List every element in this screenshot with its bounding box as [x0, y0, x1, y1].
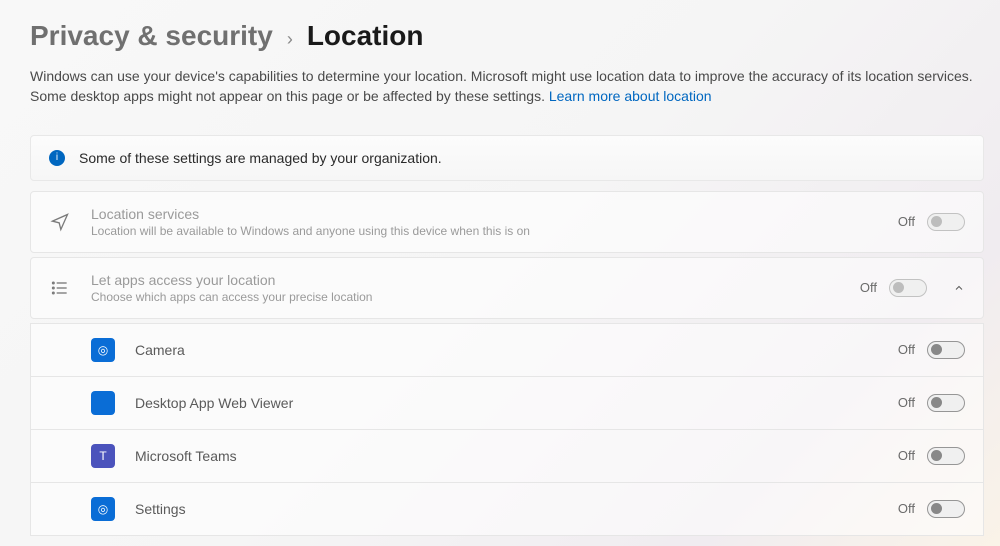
app-row-camera: ◎ Camera Off — [30, 323, 984, 377]
location-services-subtitle: Location will be available to Windows an… — [91, 224, 878, 238]
apps-access-title: Let apps access your location — [91, 272, 840, 288]
location-services-state: Off — [898, 214, 915, 229]
app-state: Off — [898, 448, 915, 463]
camera-app-icon: ◎ — [91, 338, 115, 362]
app-state: Off — [898, 395, 915, 410]
breadcrumb-parent[interactable]: Privacy & security — [30, 20, 273, 52]
location-arrow-icon — [49, 211, 71, 233]
location-services-toggle[interactable] — [927, 213, 965, 231]
apps-access-toggle[interactable] — [889, 279, 927, 297]
app-row-teams: T Microsoft Teams Off — [30, 430, 984, 483]
page-title: Location — [307, 20, 424, 52]
apps-access-subtitle: Choose which apps can access your precis… — [91, 290, 840, 304]
app-name: Desktop App Web Viewer — [135, 395, 878, 411]
app-state: Off — [898, 342, 915, 357]
location-services-title: Location services — [91, 206, 878, 222]
org-notice-text: Some of these settings are managed by yo… — [79, 150, 442, 166]
app-list: ◎ Camera Off Desktop App Web Viewer Off … — [30, 323, 984, 536]
app-row-desktop-web-viewer: Desktop App Web Viewer Off — [30, 377, 984, 430]
org-notice: i Some of these settings are managed by … — [30, 135, 984, 181]
settings-app-icon: ◎ — [91, 497, 115, 521]
location-services-row: Location services Location will be avail… — [30, 191, 984, 253]
learn-more-link[interactable]: Learn more about location — [549, 88, 712, 104]
app-toggle[interactable] — [927, 341, 965, 359]
chevron-up-icon[interactable] — [953, 282, 965, 294]
app-row-settings: ◎ Settings Off — [30, 483, 984, 536]
apps-access-row[interactable]: Let apps access your location Choose whi… — [30, 257, 984, 319]
desktop-app-icon — [91, 391, 115, 415]
info-icon: i — [49, 150, 65, 166]
app-name: Microsoft Teams — [135, 448, 878, 464]
teams-app-icon: T — [91, 444, 115, 468]
app-toggle[interactable] — [927, 394, 965, 412]
app-toggle[interactable] — [927, 500, 965, 518]
app-name: Settings — [135, 501, 878, 517]
list-icon — [49, 277, 71, 299]
app-state: Off — [898, 501, 915, 516]
apps-access-state: Off — [860, 280, 877, 295]
breadcrumb: Privacy & security › Location — [30, 20, 984, 52]
chevron-right-icon: › — [287, 29, 293, 50]
app-toggle[interactable] — [927, 447, 965, 465]
app-name: Camera — [135, 342, 878, 358]
page-description: Windows can use your device's capabiliti… — [30, 66, 984, 107]
description-text: Windows can use your device's capabiliti… — [30, 68, 973, 104]
